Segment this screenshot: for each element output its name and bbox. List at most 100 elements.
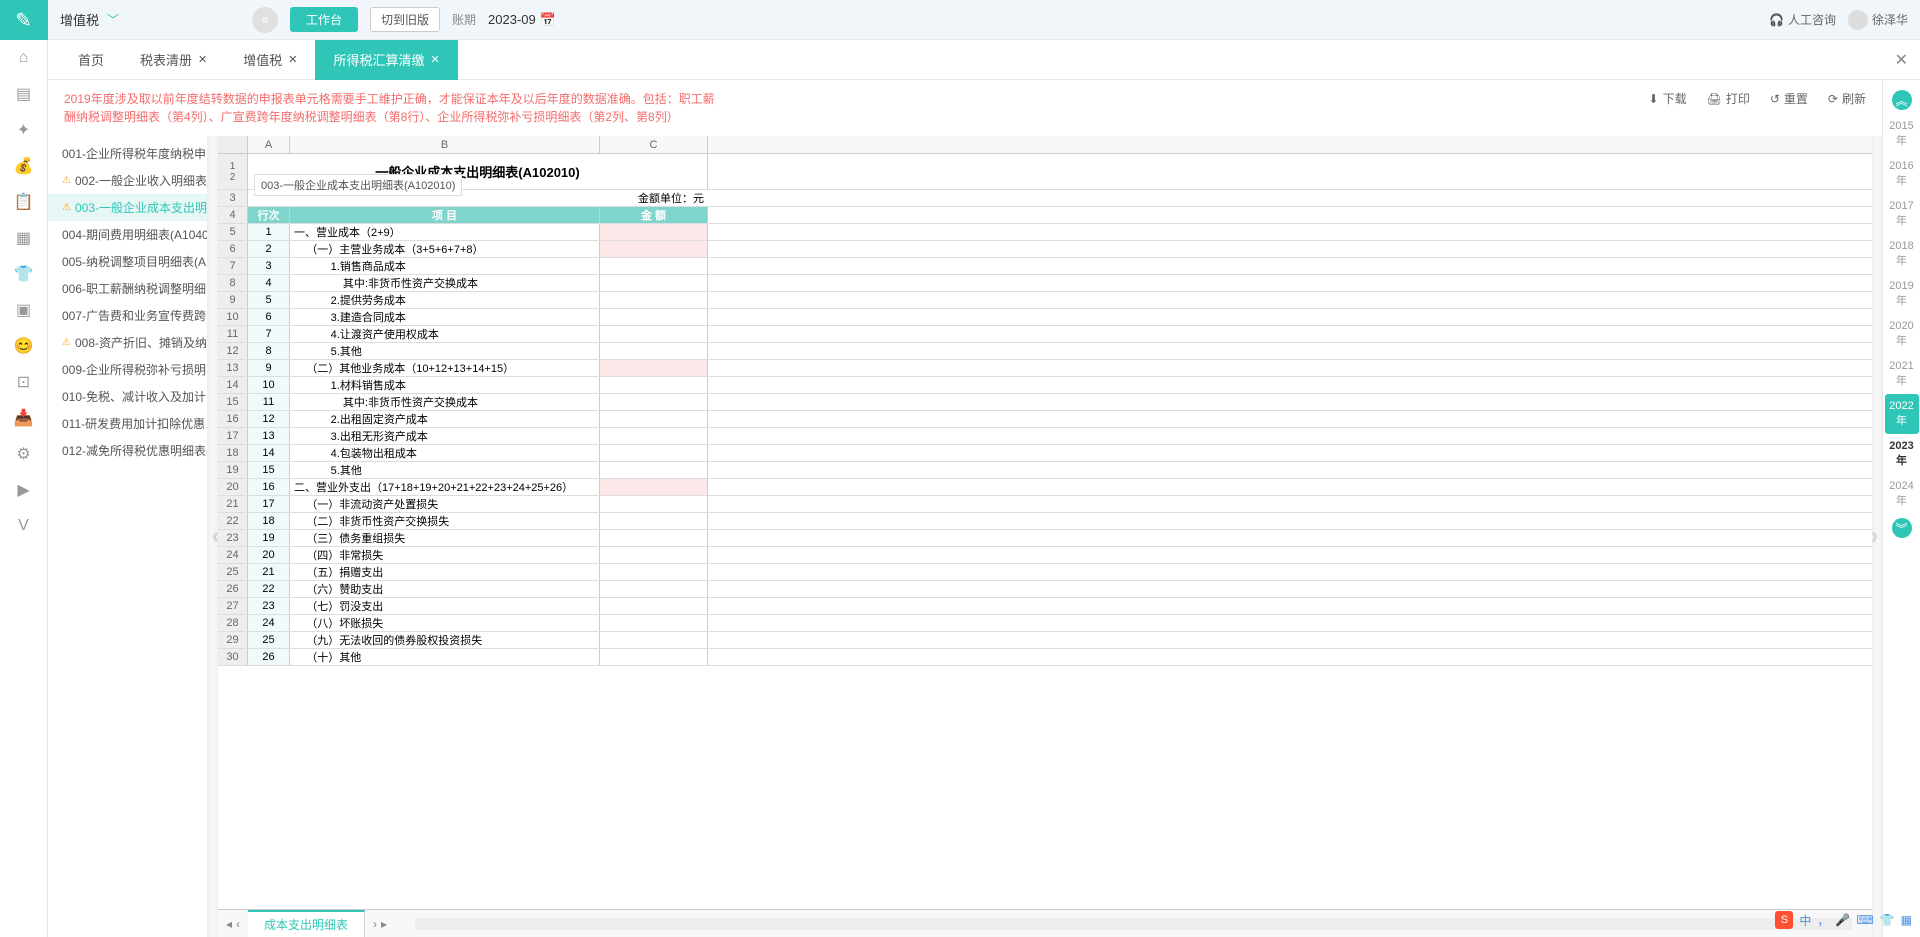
row-header[interactable]: 30: [218, 649, 248, 665]
tab-首页[interactable]: 首页: [60, 40, 122, 80]
nav-money-icon[interactable]: 💰: [0, 148, 48, 184]
print-button[interactable]: 🖨打印: [1707, 90, 1750, 107]
refresh-button[interactable]: ⟳刷新: [1828, 90, 1866, 107]
row-header[interactable]: 26: [218, 581, 248, 597]
row-header[interactable]: 21: [218, 496, 248, 512]
horizontal-scrollbar[interactable]: [415, 918, 1852, 930]
year-option[interactable]: 2018年: [1885, 234, 1919, 274]
nav-calendar-icon[interactable]: ▣: [0, 292, 48, 328]
tab-税表清册[interactable]: 税表清册✕: [122, 40, 225, 80]
amount-cell[interactable]: [600, 394, 708, 410]
ime-skin-icon[interactable]: 👕: [1880, 913, 1895, 927]
sheet-nav-prev[interactable]: ‹: [236, 917, 240, 931]
amount-cell[interactable]: [600, 513, 708, 529]
year-option[interactable]: 2024年: [1885, 474, 1919, 514]
nav-doc-icon[interactable]: ▤: [0, 76, 48, 112]
close-all-tabs[interactable]: ✕: [1895, 50, 1908, 70]
row-header[interactable]: 10: [218, 309, 248, 325]
row-header[interactable]: 28: [218, 615, 248, 631]
close-icon[interactable]: ✕: [288, 53, 297, 66]
row-header[interactable]: 7: [218, 258, 248, 274]
row-header[interactable]: 25: [218, 564, 248, 580]
row-header[interactable]: 14: [218, 377, 248, 393]
amount-cell[interactable]: [600, 275, 708, 291]
ime-keyboard-icon[interactable]: ⌨: [1856, 913, 1873, 927]
amount-cell[interactable]: [600, 479, 708, 495]
nav-shirt-icon[interactable]: 👕: [0, 256, 48, 292]
amount-cell[interactable]: [600, 649, 708, 665]
nav-gear-icon[interactable]: ⚙: [0, 436, 48, 472]
amount-cell[interactable]: [600, 411, 708, 427]
collapse-year-handle[interactable]: 》: [1872, 136, 1882, 937]
amount-cell[interactable]: [600, 445, 708, 461]
nav-clipboard-icon[interactable]: 📋: [0, 184, 48, 220]
amount-cell[interactable]: [600, 632, 708, 648]
amount-cell[interactable]: [600, 496, 708, 512]
ime-mic-icon[interactable]: 🎤: [1835, 913, 1850, 927]
row-header[interactable]: 12: [218, 154, 248, 189]
amount-cell[interactable]: [600, 547, 708, 563]
amount-cell[interactable]: [600, 462, 708, 478]
row-header[interactable]: 18: [218, 445, 248, 461]
tree-item[interactable]: 004-期间费用明细表(A1040…: [48, 221, 207, 248]
amount-cell[interactable]: [600, 581, 708, 597]
tree-item[interactable]: 007-广告费和业务宣传费跨…: [48, 302, 207, 329]
row-header[interactable]: 13: [218, 360, 248, 376]
amount-cell[interactable]: [600, 530, 708, 546]
col-header-c[interactable]: C: [600, 136, 708, 153]
company-dropdown[interactable]: 增值税 ﹀: [60, 10, 240, 29]
ime-tools-icon[interactable]: ▦: [1901, 913, 1912, 927]
amount-cell[interactable]: [600, 309, 708, 325]
nav-chart-icon[interactable]: ✦: [0, 112, 48, 148]
close-icon[interactable]: ✕: [431, 53, 440, 66]
row-header[interactable]: 8: [218, 275, 248, 291]
year-option[interactable]: 2021年: [1885, 354, 1919, 394]
row-header[interactable]: 3: [218, 190, 248, 206]
row-header[interactable]: 27: [218, 598, 248, 614]
tree-item[interactable]: 011-研发费用加计扣除优惠…: [48, 410, 207, 437]
switch-old-button[interactable]: 切到旧版: [370, 7, 440, 32]
row-header[interactable]: 16: [218, 411, 248, 427]
ime-badge[interactable]: S: [1775, 911, 1793, 929]
row-header[interactable]: 9: [218, 292, 248, 308]
row-header[interactable]: 4: [218, 207, 248, 223]
collapse-tree-handle[interactable]: 《: [208, 136, 218, 937]
reset-button[interactable]: ↺重置: [1770, 90, 1808, 107]
nav-home-icon[interactable]: ⌂: [0, 40, 48, 76]
year-option[interactable]: 2023年: [1885, 434, 1919, 474]
ime-lang[interactable]: 中: [1799, 912, 1811, 929]
amount-cell[interactable]: [600, 343, 708, 359]
tree-item[interactable]: 006-职工薪酬纳税调整明细…: [48, 275, 207, 302]
app-logo[interactable]: ✎: [0, 0, 48, 40]
row-header[interactable]: 12: [218, 343, 248, 359]
year-option[interactable]: 2017年: [1885, 194, 1919, 234]
tree-item[interactable]: ⚠008-资产折旧、摊销及纳税…: [48, 329, 207, 356]
support-link[interactable]: 🎧 人工咨询: [1769, 11, 1836, 28]
tree-item[interactable]: 001-企业所得税年度纳税申…: [48, 140, 207, 167]
sheet-nav-first[interactable]: ◂: [226, 917, 232, 931]
col-header-a[interactable]: A: [248, 136, 290, 153]
user-menu[interactable]: 徐泽华: [1848, 10, 1908, 30]
year-option[interactable]: 2022年: [1885, 394, 1919, 434]
tree-item[interactable]: 010-免税、减计收入及加计…: [48, 383, 207, 410]
nav-box-icon[interactable]: ⊡: [0, 364, 48, 400]
sheet-nav-next[interactable]: ›: [373, 917, 377, 931]
amount-cell[interactable]: [600, 377, 708, 393]
row-header[interactable]: 29: [218, 632, 248, 648]
amount-cell[interactable]: [600, 564, 708, 580]
nav-inbox-icon[interactable]: 📥: [0, 400, 48, 436]
amount-cell[interactable]: [600, 360, 708, 376]
tab-所得税汇算清缴[interactable]: 所得税汇算清缴✕: [315, 40, 457, 80]
menu-circle-button[interactable]: ≡: [252, 7, 278, 33]
amount-cell[interactable]: [600, 292, 708, 308]
row-header[interactable]: 6: [218, 241, 248, 257]
close-icon[interactable]: ✕: [198, 53, 207, 66]
amount-cell[interactable]: [600, 224, 708, 240]
row-header[interactable]: 22: [218, 513, 248, 529]
tree-item[interactable]: ⚠003-一般企业成本支出明细…: [48, 194, 207, 221]
download-button[interactable]: ⬇下载: [1649, 90, 1687, 107]
nav-tax-icon[interactable]: 😊: [0, 328, 48, 364]
sheet-tab[interactable]: 成本支出明细表: [248, 910, 365, 937]
tree-item[interactable]: 012-减免所得税优惠明细表(…: [48, 437, 207, 464]
tab-增值税[interactable]: 增值税✕: [225, 40, 315, 80]
